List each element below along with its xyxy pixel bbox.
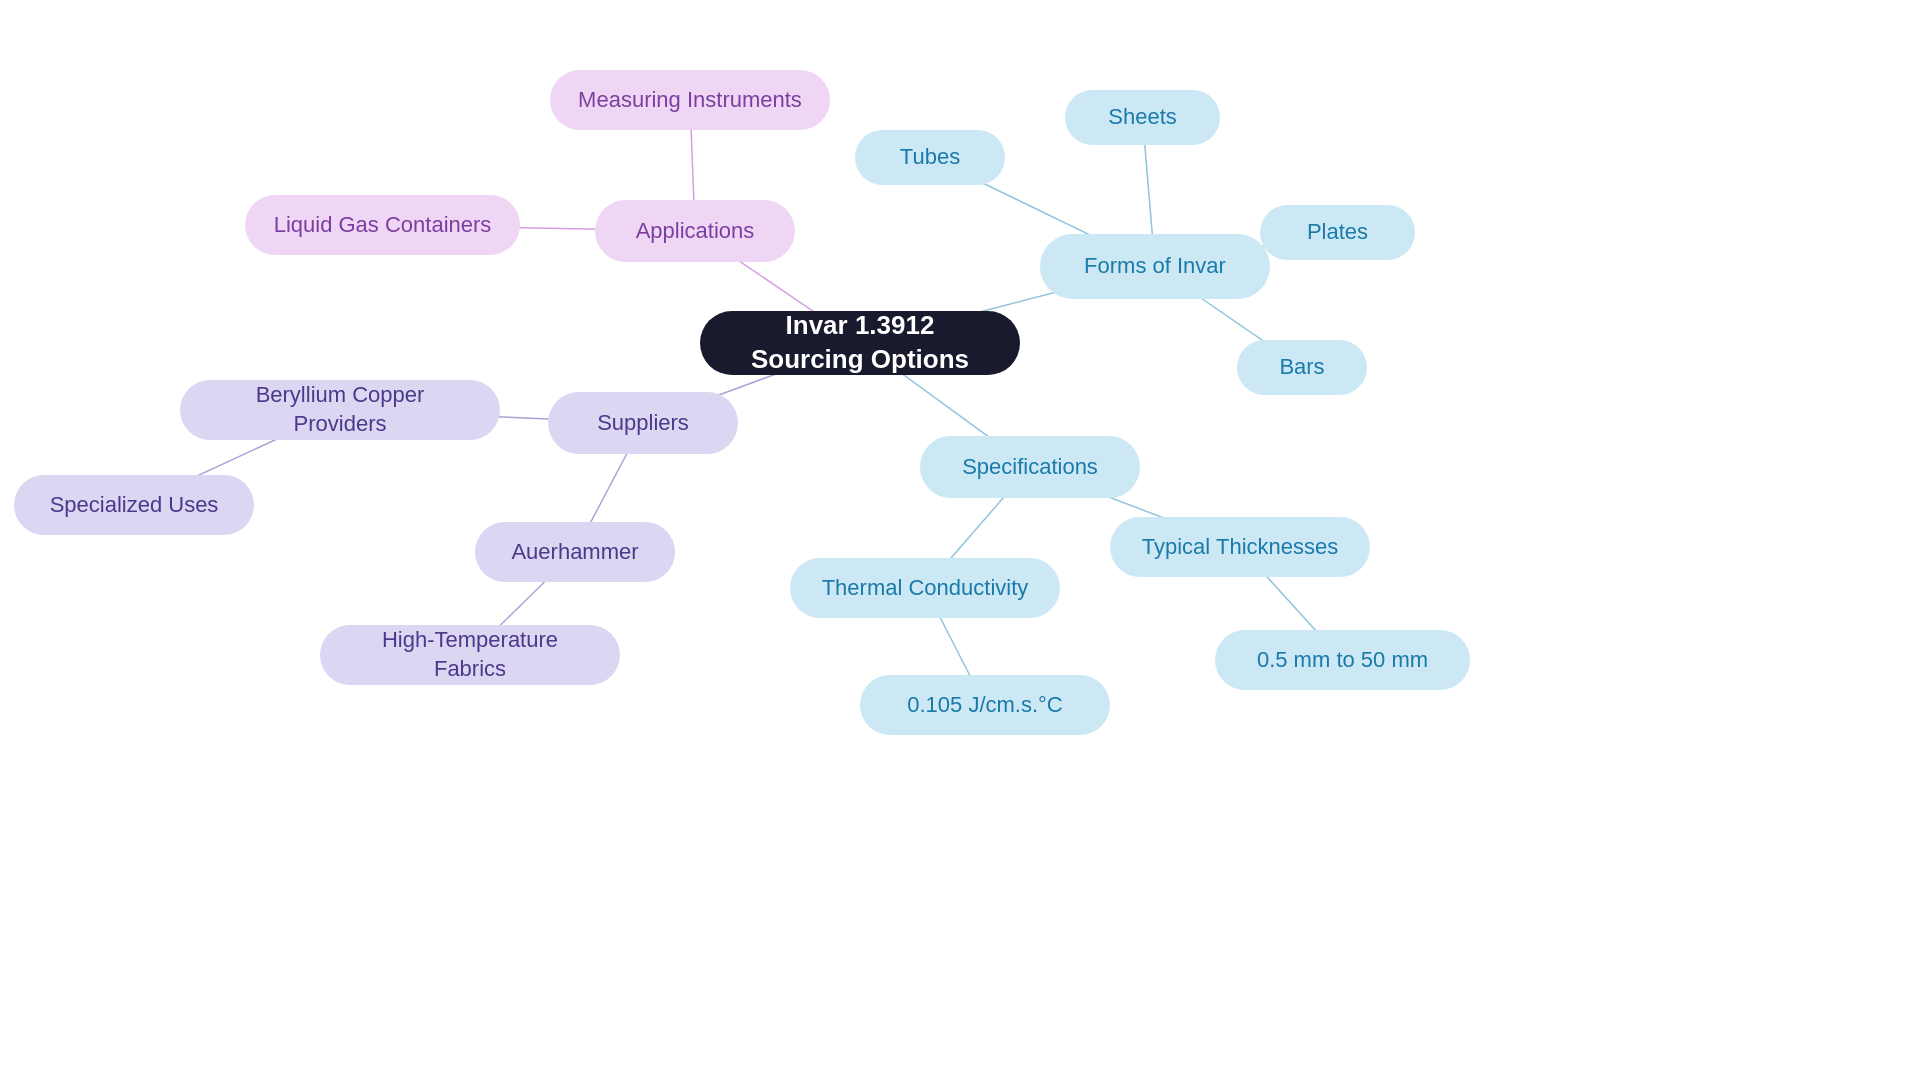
- node-liquid-gas-containers[interactable]: Liquid Gas Containers: [245, 195, 520, 255]
- node-high-temp-fabrics[interactable]: High-Temperature Fabrics: [320, 625, 620, 685]
- node-tubes[interactable]: Tubes: [855, 130, 1005, 185]
- node-sheets[interactable]: Sheets: [1065, 90, 1220, 145]
- node-applications[interactable]: Applications: [595, 200, 795, 262]
- center-node[interactable]: Invar 1.3912 Sourcing Options: [700, 311, 1020, 375]
- node-specifications[interactable]: Specifications: [920, 436, 1140, 498]
- node-suppliers[interactable]: Suppliers: [548, 392, 738, 454]
- node-specialized-uses[interactable]: Specialized Uses: [14, 475, 254, 535]
- node-forms-of-invar[interactable]: Forms of Invar: [1040, 234, 1270, 299]
- node-measuring-instruments[interactable]: Measuring Instruments: [550, 70, 830, 130]
- node-beryllium-copper[interactable]: Beryllium Copper Providers: [180, 380, 500, 440]
- node-thermal-value[interactable]: 0.105 J/cm.s.°C: [860, 675, 1110, 735]
- node-bars[interactable]: Bars: [1237, 340, 1367, 395]
- node-thermal-conductivity[interactable]: Thermal Conductivity: [790, 558, 1060, 618]
- node-typical-thicknesses[interactable]: Typical Thicknesses: [1110, 517, 1370, 577]
- node-thickness-value[interactable]: 0.5 mm to 50 mm: [1215, 630, 1470, 690]
- node-plates[interactable]: Plates: [1260, 205, 1415, 260]
- node-auerhammer[interactable]: Auerhammer: [475, 522, 675, 582]
